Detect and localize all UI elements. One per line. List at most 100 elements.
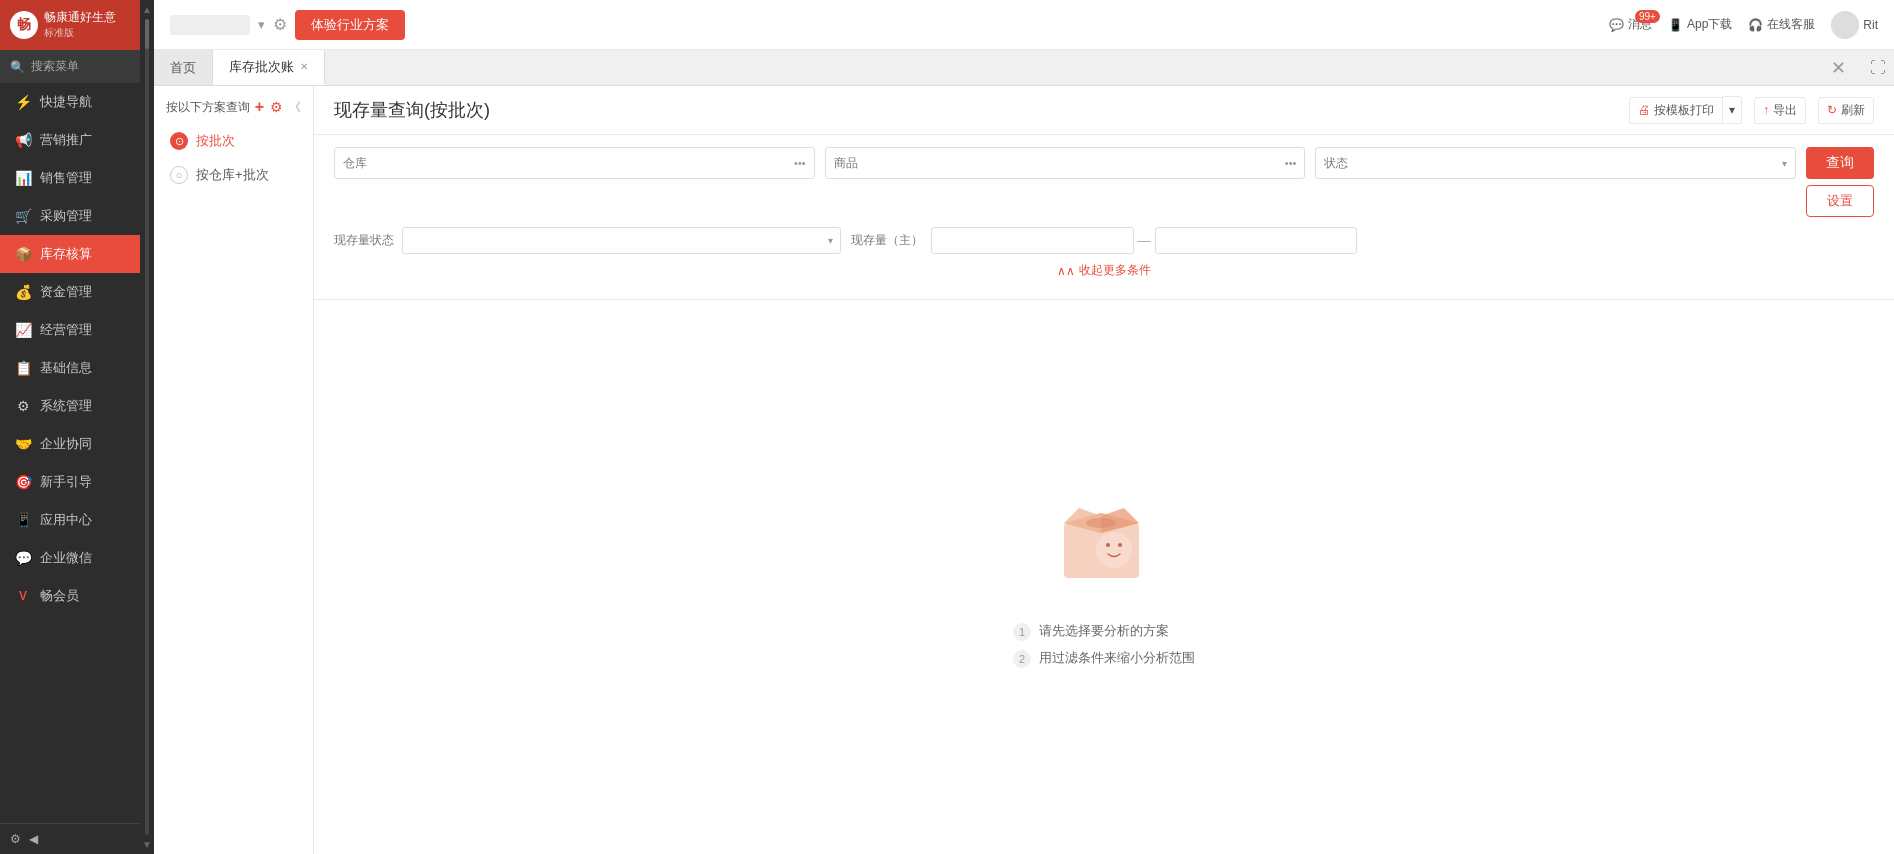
status-label: 状态 (1324, 155, 1348, 172)
sidebar-item-operations[interactable]: 📈 经营管理 (0, 311, 140, 349)
filter-panel: 按以下方案查询 + ⚙ 《 ⊙ 按批次 ○ 按仓库+批次 (154, 86, 314, 854)
member-icon: V (14, 587, 32, 605)
export-btn[interactable]: ↑ 导出 (1754, 97, 1806, 124)
topbar-dropdown-icon[interactable]: ▾ (258, 17, 265, 32)
tab-close-btn[interactable]: ✕ (300, 61, 308, 72)
filter-item-by-wh-batch[interactable]: ○ 按仓库+批次 (154, 158, 313, 192)
sidebar-item-marketing[interactable]: 📢 营销推广 (0, 121, 140, 159)
filter-item-by-batch[interactable]: ⊙ 按批次 (154, 124, 313, 158)
inventory-qty-range: — (931, 227, 1358, 254)
search-icon: 🔍 (10, 60, 25, 74)
inventory-qty-min[interactable] (931, 227, 1134, 254)
filter-panel-label: 按以下方案查询 (166, 99, 250, 116)
step-1-text: 请先选择要分析的方案 (1039, 622, 1169, 640)
user-profile[interactable]: Rit (1831, 11, 1878, 39)
tab-inventory-batch[interactable]: 库存批次账 ✕ (213, 50, 325, 85)
sidebar-item-enterprise[interactable]: 🤝 企业协同 (0, 425, 140, 463)
print-template-btn[interactable]: 🖨 按模板打印 (1629, 97, 1722, 124)
sidebar-item-label: 基础信息 (40, 359, 92, 377)
refresh-label: 刷新 (1841, 102, 1865, 119)
query-btn[interactable]: 查询 (1806, 147, 1874, 179)
main-wrapper: ▾ ⚙ 体验行业方案 💬 消息 99+ 📱 App下载 🎧 在线客服 Rit (154, 0, 1894, 854)
collapse-more-label: 收起更多条件 (1079, 262, 1151, 279)
warehouse-label: 仓库 (343, 155, 367, 172)
filter-settings-btn[interactable]: ⚙ (270, 99, 283, 115)
status-dropdown-icon[interactable]: ▾ (1782, 158, 1787, 169)
scroll-up-icon[interactable]: ▲ (142, 4, 152, 15)
sidebar-item-newbie[interactable]: 🎯 新手引导 (0, 463, 140, 501)
sidebar-item-label: 营销推广 (40, 131, 92, 149)
topbar-gear-icon[interactable]: ⚙ (273, 15, 287, 34)
collapse-more-btn[interactable]: ∧∧ 收起更多条件 (334, 254, 1874, 287)
inventory-qty-max[interactable] (1155, 227, 1358, 254)
setup-btn[interactable]: 设置 (1806, 185, 1874, 217)
sidebar-item-label: 库存核算 (40, 245, 92, 263)
sidebar-settings-btn[interactable]: ⚙ (10, 832, 21, 846)
svg-point-5 (1096, 532, 1132, 568)
topbar-right: 💬 消息 99+ 📱 App下载 🎧 在线客服 Rit (1609, 11, 1878, 39)
content-area: 按以下方案查询 + ⚙ 《 ⊙ 按批次 ○ 按仓库+批次 现存量查询(按批次) (154, 86, 1894, 854)
filter-by-batch-icon: ⊙ (170, 132, 188, 150)
sidebar-item-label: 快捷导航 (40, 93, 92, 111)
sidebar-item-inventory[interactable]: 📦 库存核算 (0, 235, 140, 273)
warehouse-more-icon[interactable]: ••• (794, 157, 806, 169)
page-actions: 🖨 按模板打印 ▾ ↑ 导出 ↻ 刷新 (1629, 96, 1874, 124)
username-label: Rit (1863, 18, 1878, 32)
filter-add-btn[interactable]: + (255, 98, 264, 116)
sidebar-item-label: 新手引导 (40, 473, 92, 491)
sidebar-header: 畅 畅康通好生意 标准版 (0, 0, 140, 50)
print-dropdown-icon: ▾ (1729, 103, 1735, 117)
empty-step-1: 1 请先选择要分析的方案 (1013, 622, 1195, 641)
sidebar-item-basics[interactable]: 📋 基础信息 (0, 349, 140, 387)
product-more-icon[interactable]: ••• (1285, 157, 1297, 169)
messages-btn[interactable]: 💬 消息 99+ (1609, 16, 1652, 33)
online-service-btn[interactable]: 🎧 在线客服 (1748, 16, 1815, 33)
sidebar-collapse-btn[interactable]: ◀ (29, 832, 38, 846)
filter-panel-header: 按以下方案查询 + ⚙ 《 (154, 98, 313, 124)
sidebar-item-system[interactable]: ⚙ 系统管理 (0, 387, 140, 425)
system-icon: ⚙ (14, 397, 32, 415)
trial-btn[interactable]: 体验行业方案 (295, 10, 405, 40)
app-download-btn[interactable]: 📱 App下载 (1668, 16, 1732, 33)
enterprise-icon: 🤝 (14, 435, 32, 453)
app-download-label: App下载 (1687, 16, 1732, 33)
tab-home[interactable]: 首页 (154, 50, 213, 85)
export-label: 导出 (1773, 102, 1797, 119)
filter-panel-actions: + ⚙ 《 (255, 98, 301, 116)
inventory-status-select[interactable] (402, 227, 841, 254)
print-btn-label: 按模板打印 (1654, 102, 1714, 119)
sidebar-item-finance[interactable]: 💰 资金管理 (0, 273, 140, 311)
online-service-label: 在线客服 (1767, 16, 1815, 33)
app-title-block: 畅康通好生意 标准版 (44, 10, 116, 40)
sidebar-item-member[interactable]: V 畅会员 (0, 577, 140, 615)
inventory-status-label: 现存量状态 (334, 232, 394, 249)
page-close-btn[interactable]: ✕ (1815, 50, 1862, 85)
svg-point-4 (1086, 518, 1116, 528)
filter-collapse-btn[interactable]: 《 (289, 99, 301, 116)
sidebar-footer: ⚙ ◀ (0, 823, 140, 854)
status-field[interactable]: 状态 ▾ (1315, 147, 1796, 179)
page-expand-btn[interactable]: ⛶ (1862, 50, 1894, 85)
sidebar-item-wechat[interactable]: 💬 企业微信 (0, 539, 140, 577)
tab-inventory-batch-label: 库存批次账 (229, 58, 294, 76)
scroll-down-icon[interactable]: ▼ (142, 839, 152, 850)
refresh-btn[interactable]: ↻ 刷新 (1818, 97, 1874, 124)
btn-area: 查询 设置 (1806, 147, 1874, 217)
sidebar-item-label: 采购管理 (40, 207, 92, 225)
search-menu[interactable]: 🔍 搜索菜单 (0, 50, 140, 83)
sidebar-item-label: 畅会员 (40, 587, 79, 605)
avatar (1831, 11, 1859, 39)
sidebar-item-app-center[interactable]: 📱 应用中心 (0, 501, 140, 539)
filter-by-batch-label: 按批次 (196, 132, 235, 150)
print-dropdown-btn[interactable]: ▾ (1722, 96, 1742, 124)
quick-nav-icon: ⚡ (14, 93, 32, 111)
marketing-icon: 📢 (14, 131, 32, 149)
product-field[interactable]: 商品 ••• (825, 147, 1306, 179)
warehouse-field[interactable]: 仓库 ••• (334, 147, 815, 179)
empty-state: 1 请先选择要分析的方案 2 用过滤条件来缩小分析范围 (314, 300, 1894, 854)
sidebar-item-quick-nav[interactable]: ⚡ 快捷导航 (0, 83, 140, 121)
inventory-status-field: 现存量状态 ▾ (334, 227, 841, 254)
tab-spacer (325, 50, 1815, 85)
sidebar-item-sales[interactable]: 📊 销售管理 (0, 159, 140, 197)
sidebar-item-purchase[interactable]: 🛒 采购管理 (0, 197, 140, 235)
